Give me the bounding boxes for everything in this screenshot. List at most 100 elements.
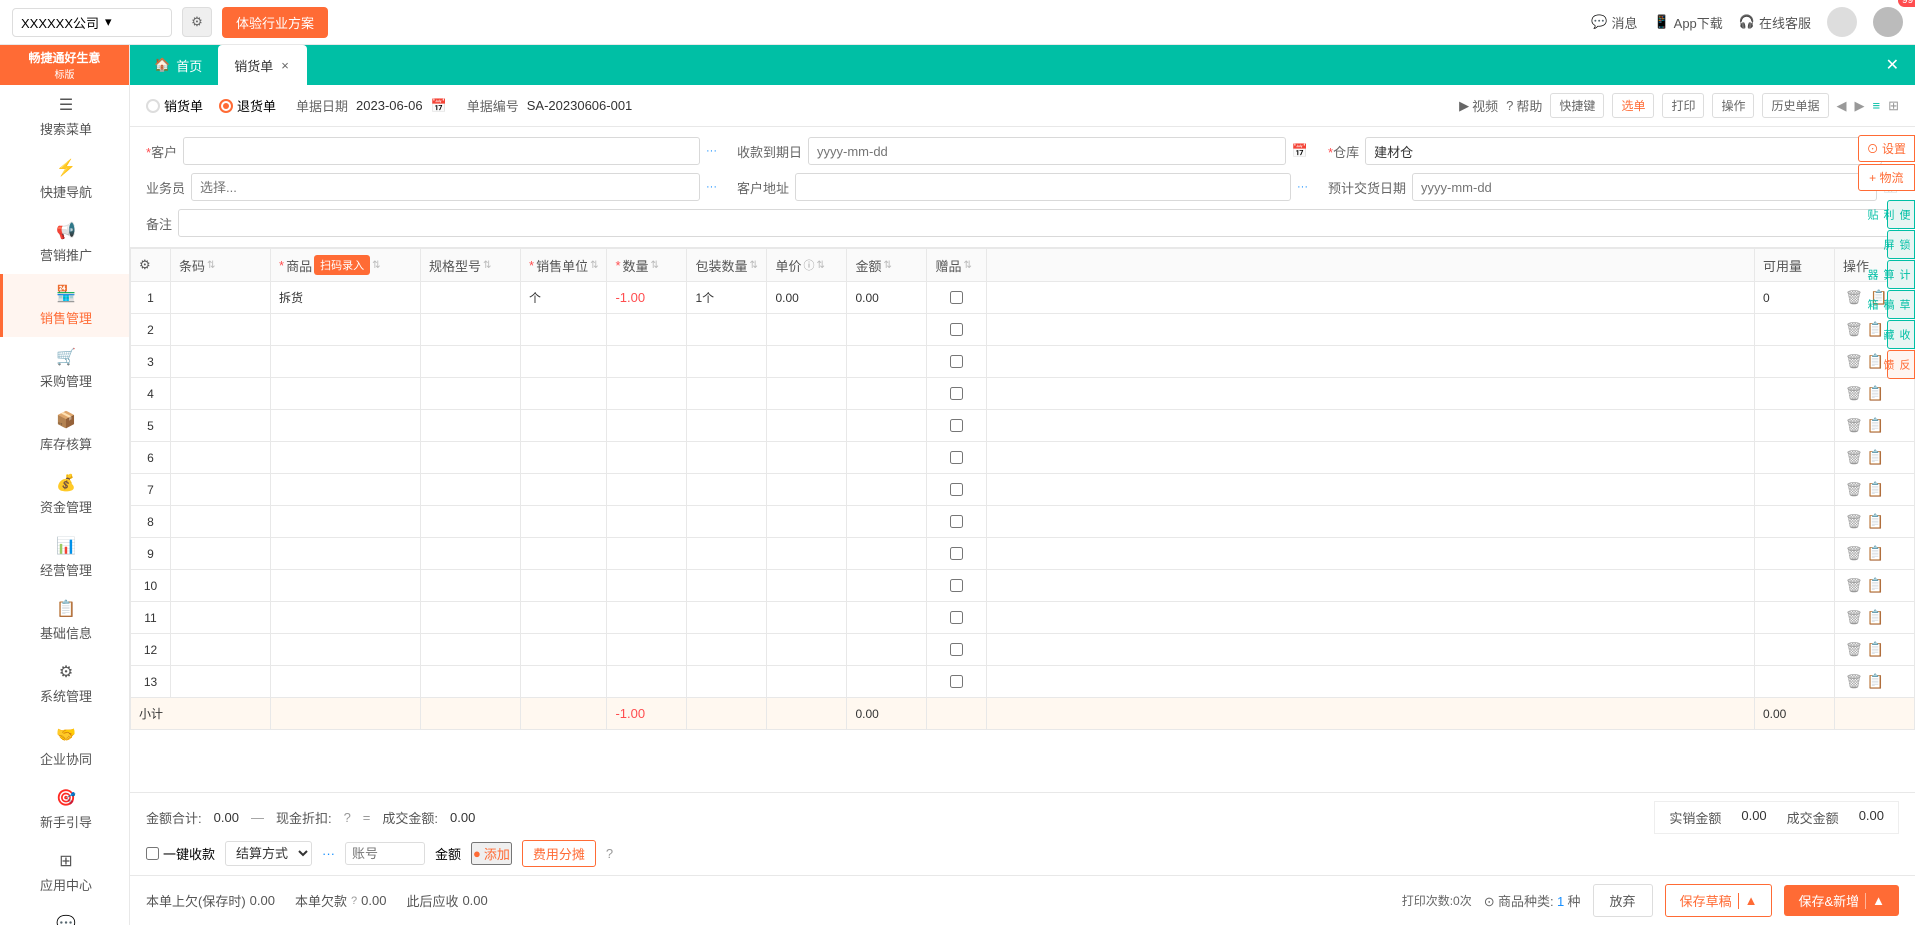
gift-checkbox[interactable]: [950, 579, 963, 592]
expense-split-button[interactable]: 费用分摊: [522, 840, 596, 867]
copy-row-button[interactable]: 📋: [1865, 575, 1886, 596]
expected-date-input[interactable]: [1412, 173, 1877, 201]
salesperson-more-button[interactable]: ···: [706, 181, 717, 193]
save-new-chevron[interactable]: ▲: [1872, 893, 1885, 908]
calendar-icon[interactable]: 📅: [431, 98, 447, 114]
delete-row-button[interactable]: 🗑: [1843, 479, 1865, 500]
sidebar-item-search-order[interactable]: ☰ 搜索菜单: [0, 85, 129, 148]
account-number-input[interactable]: [345, 842, 425, 865]
cell-price[interactable]: 0.00: [767, 282, 847, 314]
delete-row-button[interactable]: 🗑: [1843, 319, 1865, 340]
history-button[interactable]: 历史单据: [1762, 93, 1828, 118]
save-draft-chevron[interactable]: ▲: [1745, 893, 1758, 908]
app-download-button[interactable]: 📱 App下载: [1653, 13, 1722, 32]
gift-checkbox[interactable]: [950, 611, 963, 624]
sidebar-item-system-mgmt[interactable]: ⚙ 系统管理: [0, 652, 129, 715]
next-icon[interactable]: ▶: [1855, 98, 1865, 114]
gift-checkbox[interactable]: [950, 547, 963, 560]
lock-float-button[interactable]: 锁屏: [1887, 230, 1915, 259]
delete-row-button[interactable]: 🗑: [1843, 415, 1865, 436]
shortcut-button[interactable]: 快捷键: [1550, 93, 1604, 118]
settings-button[interactable]: ⊙ 设置: [1858, 135, 1915, 162]
gift-checkbox[interactable]: [950, 387, 963, 400]
delete-row-button[interactable]: 🗑: [1843, 671, 1865, 692]
sidebar-item-operation[interactable]: 📊 经营管理: [0, 526, 129, 589]
cell-qty[interactable]: -1.00: [607, 282, 687, 314]
close-tab-button[interactable]: ×: [279, 56, 291, 75]
customer-addr-input[interactable]: [795, 173, 1291, 201]
customer-addr-more-button[interactable]: ···: [1297, 181, 1308, 193]
copy-row-button[interactable]: 📋: [1865, 383, 1886, 404]
sidebar-item-enterprise[interactable]: 🤝 企业协同: [0, 715, 129, 778]
sidebar-item-app-center[interactable]: ⊞ 应用中心: [0, 841, 129, 904]
feedback-float-button[interactable]: 反馈: [1887, 350, 1915, 379]
star-float-button[interactable]: 收藏: [1887, 320, 1915, 349]
price-info-icon[interactable]: ⓘ: [803, 257, 814, 273]
gift-checkbox[interactable]: [950, 419, 963, 432]
gift-checkbox[interactable]: [950, 643, 963, 656]
grid-view-icon[interactable]: ⊞: [1888, 98, 1899, 114]
delete-row-button[interactable]: 🗑: [1843, 351, 1865, 372]
delete-row-button[interactable]: 🗑: [1843, 575, 1865, 596]
warehouse-input[interactable]: [1365, 137, 1882, 165]
copy-row-button[interactable]: 📋: [1865, 511, 1886, 532]
list-view-icon[interactable]: ≡: [1873, 98, 1881, 113]
delete-row-button[interactable]: 🗑: [1843, 287, 1865, 308]
product-kind-value[interactable]: 1: [1557, 894, 1564, 909]
copy-row-button[interactable]: 📋: [1865, 607, 1886, 628]
calc-float-button[interactable]: 计算器: [1887, 260, 1915, 289]
settings-gear-button[interactable]: ⚙: [182, 7, 212, 37]
tab-home[interactable]: 🏠 首页: [138, 45, 218, 85]
message-button[interactable]: 💬 消息 99+: [1591, 13, 1637, 32]
gift-checkbox[interactable]: [950, 291, 963, 304]
one-key-pay-checkbox[interactable]: 一键收款: [146, 844, 215, 863]
gift-checkbox[interactable]: [950, 483, 963, 496]
scan-barcode-button[interactable]: 扫码录入: [314, 255, 370, 275]
cell-unit[interactable]: 个: [521, 282, 607, 314]
draft-float-button[interactable]: 草稿箱: [1887, 290, 1915, 319]
discard-button[interactable]: 放弃: [1593, 884, 1653, 917]
help-link[interactable]: ? 帮助: [1506, 96, 1542, 115]
customer-input[interactable]: [183, 137, 700, 165]
ops-button[interactable]: 操作: [1712, 93, 1754, 118]
cell-goods[interactable]: 拆货: [271, 282, 421, 314]
sidebar-item-wecom[interactable]: 💬 企业微信: [0, 904, 129, 925]
gift-checkbox[interactable]: [950, 451, 963, 464]
copy-row-button[interactable]: 📋: [1865, 415, 1886, 436]
sidebar-item-base-info[interactable]: 📋 基础信息: [0, 589, 129, 652]
print-button[interactable]: 打印: [1662, 93, 1704, 118]
copy-row-button[interactable]: 📋: [1865, 639, 1886, 660]
sidebar-item-sales-mgmt[interactable]: 🏪 销售管理: [0, 274, 129, 337]
calc-method-select[interactable]: 结算方式: [225, 841, 312, 866]
video-link[interactable]: ▶ 视频: [1459, 96, 1498, 115]
cell-amount[interactable]: 0.00: [847, 282, 927, 314]
prev-icon[interactable]: ◀: [1837, 98, 1847, 114]
sidebar-item-beginner[interactable]: 🎯 新手引导: [0, 778, 129, 841]
delete-row-button[interactable]: 🗑: [1843, 383, 1865, 404]
cell-barcode[interactable]: [171, 282, 271, 314]
ellipsis-pay[interactable]: ···: [322, 846, 335, 861]
select-order-button[interactable]: 选单: [1612, 93, 1654, 118]
delete-row-button[interactable]: 🗑: [1843, 639, 1865, 660]
delete-row-button[interactable]: 🗑: [1843, 447, 1865, 468]
company-selector[interactable]: XXXXXX公司 ▾: [12, 8, 172, 37]
sidebar-item-quick-nav[interactable]: ⚡ 快捷导航: [0, 148, 129, 211]
expense-info-icon[interactable]: ?: [606, 846, 613, 861]
trial-industry-button[interactable]: 体验行业方案: [222, 7, 328, 38]
add-payment-button[interactable]: ● 添加: [471, 842, 512, 865]
gift-checkbox[interactable]: [950, 515, 963, 528]
due-date-calendar-icon[interactable]: 📅: [1292, 143, 1308, 159]
delete-row-button[interactable]: 🗑: [1843, 543, 1865, 564]
due-date-input[interactable]: [808, 137, 1286, 165]
sidebar-item-marketing[interactable]: 📢 营销推广: [0, 211, 129, 274]
delete-row-button[interactable]: 🗑: [1843, 607, 1865, 628]
gift-checkbox[interactable]: [950, 323, 963, 336]
cell-spec[interactable]: [421, 282, 521, 314]
gift-checkbox[interactable]: [950, 675, 963, 688]
sidebar-item-inventory[interactable]: 📦 库存核算: [0, 400, 129, 463]
sidebar-item-capital[interactable]: 💰 资金管理: [0, 463, 129, 526]
customer-more-button[interactable]: ···: [706, 145, 717, 157]
radio-sale-order[interactable]: 销货单: [146, 96, 203, 115]
settings-table-icon[interactable]: ⚙: [139, 257, 151, 272]
cell-gift[interactable]: [927, 282, 987, 314]
